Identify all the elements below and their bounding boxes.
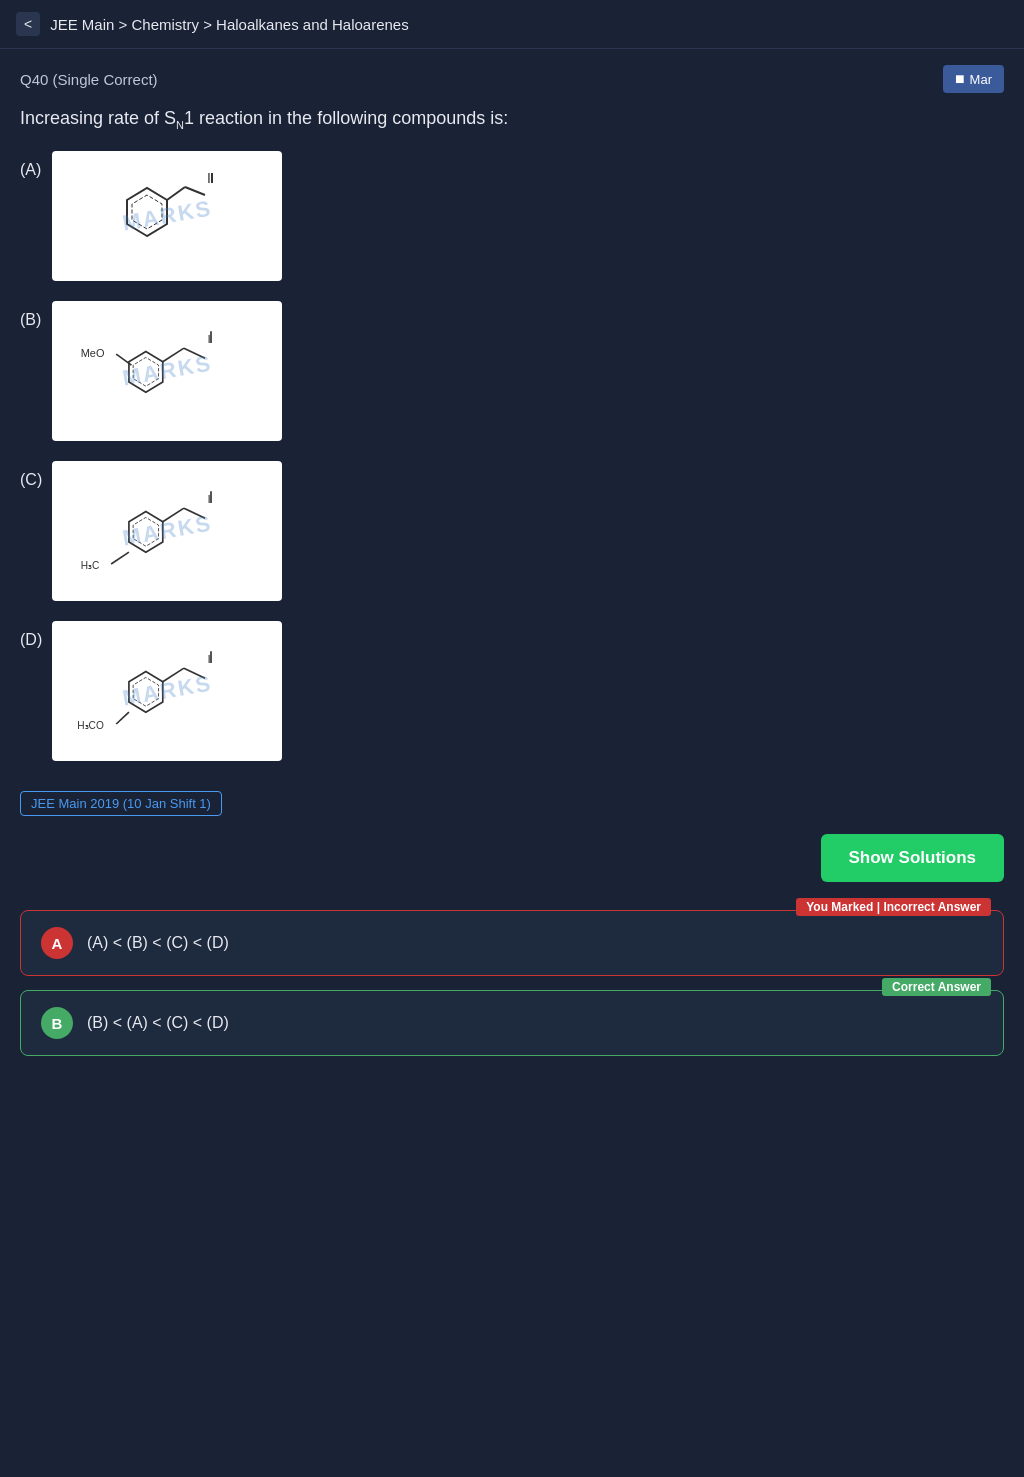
option-b-row: (B) MeO I MARKS: [20, 301, 1004, 441]
option-d-image[interactable]: H₃CO I MARKS: [52, 621, 282, 761]
compound-d-svg: H₃CO I: [67, 636, 267, 746]
compound-b-svg: MeO I: [67, 316, 267, 426]
question-sub-n: N: [176, 108, 184, 128]
compound-c-svg: H₃C I: [67, 476, 267, 586]
svg-marker-9: [133, 358, 158, 387]
option-b-image[interactable]: MeO I MARKS: [52, 301, 282, 441]
answer-circle-a: A: [41, 927, 73, 959]
svg-line-3: [185, 187, 205, 195]
svg-line-18: [163, 508, 184, 522]
show-solutions-container: Show Solutions: [20, 834, 1004, 896]
answer-circle-b: B: [41, 1007, 73, 1039]
compound-a-svg: I: [67, 161, 267, 271]
svg-marker-25: [133, 678, 158, 707]
question-meta: Q40 (Single Correct) ■ Mar: [20, 65, 1004, 93]
answer-card-correct: Correct Answer B (B) < (A) < (C) < (D): [20, 990, 1004, 1056]
svg-text:H₃CO: H₃CO: [77, 720, 104, 731]
answer-card-incorrect: You Marked | Incorrect Answer A (A) < (B…: [20, 910, 1004, 976]
correct-tag: Correct Answer: [882, 978, 991, 996]
option-b-label: (B): [20, 311, 52, 329]
option-a-image[interactable]: I MARKS: [52, 151, 282, 281]
option-c-label: (C): [20, 471, 52, 489]
mark-button[interactable]: ■ Mar: [943, 65, 1004, 93]
answer-row-a: A (A) < (B) < (C) < (D): [41, 927, 983, 959]
svg-line-26: [163, 668, 184, 682]
show-solutions-button[interactable]: Show Solutions: [821, 834, 1005, 882]
tag-badge[interactable]: JEE Main 2019 (10 Jan Shift 1): [20, 791, 222, 816]
svg-line-10: [163, 348, 184, 362]
option-c-image[interactable]: H₃C I MARKS: [52, 461, 282, 601]
svg-marker-17: [133, 518, 158, 547]
svg-marker-1: [132, 195, 162, 229]
svg-line-23: [116, 712, 129, 724]
option-d-label: (D): [20, 631, 52, 649]
svg-text:I: I: [207, 170, 211, 186]
option-d-row: (D) H₃CO I MARKS: [20, 621, 1004, 761]
top-nav: < JEE Main > Chemistry > Haloalkanes and…: [0, 0, 1024, 49]
question-tag: JEE Main 2019 (10 Jan Shift 1): [20, 781, 1004, 834]
answer-section: You Marked | Incorrect Answer A (A) < (B…: [20, 910, 1004, 1056]
svg-line-11: [184, 348, 205, 358]
svg-text:H₃C: H₃C: [81, 560, 100, 571]
svg-line-15: [111, 552, 129, 564]
mark-label: Mar: [970, 72, 992, 87]
option-a-row: (A) I MARKS: [20, 151, 1004, 281]
option-c-row: (C) H₃C I MARKS: [20, 461, 1004, 601]
svg-text:MeO: MeO: [81, 347, 105, 359]
question-text: Increasing rate of SN1 reaction in the f…: [20, 105, 1004, 133]
content-area: Q40 (Single Correct) ■ Mar Increasing ra…: [0, 49, 1024, 1086]
svg-line-27: [184, 668, 205, 678]
question-suffix: 1 reaction in the following compounds is…: [184, 108, 508, 128]
option-a-label: (A): [20, 161, 52, 179]
breadcrumb: JEE Main > Chemistry > Haloalkanes and H…: [50, 16, 409, 33]
answer-text-b: (B) < (A) < (C) < (D): [87, 1014, 229, 1032]
answer-row-b: B (B) < (A) < (C) < (D): [41, 1007, 983, 1039]
svg-line-2: [167, 187, 185, 200]
answer-text-a: (A) < (B) < (C) < (D): [87, 934, 229, 952]
svg-line-19: [184, 508, 205, 518]
question-prefix: Increasing rate of S: [20, 108, 176, 128]
incorrect-tag: You Marked | Incorrect Answer: [796, 898, 991, 916]
question-label: Q40 (Single Correct): [20, 71, 158, 88]
back-button[interactable]: <: [16, 12, 40, 36]
